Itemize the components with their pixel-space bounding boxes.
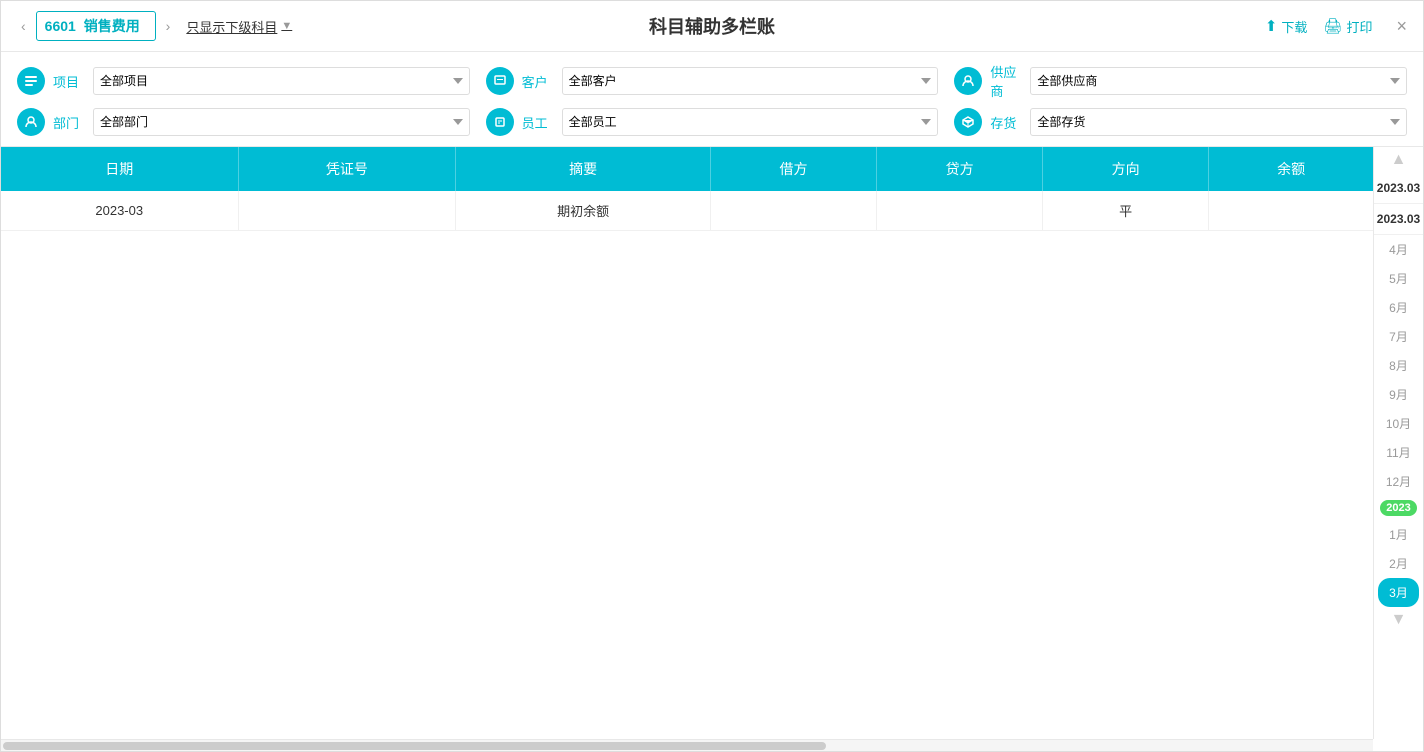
employee-label: 员工	[522, 113, 554, 132]
table-row: 2023-03 期初余额 平	[1, 191, 1373, 231]
filter-supplier: 供应商 全部供应商	[954, 62, 1407, 100]
inventory-select[interactable]: 全部存货	[1030, 108, 1407, 136]
cell-date: 2023-03	[1, 191, 238, 231]
scrollbar-thumb	[3, 742, 826, 750]
customer-label: 客户	[522, 72, 554, 91]
nav-next-button[interactable]: ›	[162, 16, 175, 36]
header-actions: ⬆ 下载 🖨 打印 ×	[1265, 16, 1407, 37]
show-sub-label: 只显示下级科目	[186, 17, 277, 36]
employee-icon	[486, 108, 514, 136]
horizontal-scrollbar[interactable]	[1, 739, 1373, 751]
col-debit: 借方	[710, 147, 876, 191]
timeline-item-2[interactable]: 2月	[1374, 549, 1423, 578]
timeline-item-10[interactable]: 10月	[1374, 409, 1423, 438]
cell-summary: 期初余额	[456, 191, 711, 231]
print-button[interactable]: 🖨 打印	[1323, 16, 1372, 37]
filter-project: 项目 全部项目	[17, 62, 470, 100]
cell-voucher	[238, 191, 456, 231]
supplier-icon	[954, 67, 982, 95]
project-label: 项目	[53, 72, 85, 91]
download-button[interactable]: ⬆ 下载	[1265, 16, 1308, 37]
content-area: 日期 凭证号 摘要 借方 贷方 方向 余额 2023-03 期初余额	[1, 147, 1423, 739]
show-sub-filter[interactable]: 只显示下级科目 ▼	[186, 17, 292, 36]
col-balance: 余额	[1209, 147, 1373, 191]
inventory-label: 存货	[990, 113, 1022, 132]
filter-department: 部门 全部部门	[17, 108, 470, 136]
project-select[interactable]: 全部项目	[93, 67, 470, 95]
download-icon: ⬆	[1265, 17, 1278, 35]
timeline-item-9[interactable]: 9月	[1374, 380, 1423, 409]
filter-inventory: 存货 全部存货	[954, 108, 1407, 136]
timeline-item-2023-03-second[interactable]: 2023.03	[1374, 204, 1423, 235]
supplier-label: 供应商	[990, 62, 1022, 100]
timeline-item-4[interactable]: 4月	[1374, 235, 1423, 264]
account-label: 6601 销售费用	[36, 11, 156, 41]
timeline-down-button[interactable]: ▼	[1374, 607, 1423, 633]
customer-icon	[486, 67, 514, 95]
timeline-item-2023-03-top[interactable]: 2023.03	[1374, 173, 1423, 204]
cell-credit	[877, 191, 1043, 231]
year-badge-container: 2023	[1380, 496, 1416, 520]
show-sub-arrow-icon: ▼	[281, 20, 292, 32]
department-icon	[17, 108, 45, 136]
supplier-select[interactable]: 全部供应商	[1030, 67, 1407, 95]
print-icon: 🖨	[1323, 17, 1342, 35]
main-container: ‹ 6601 销售费用 › 只显示下级科目 ▼ 科目辅助多栏账 ⬆ 下载 🖨 打…	[0, 0, 1424, 752]
timeline-up-button[interactable]: ▲	[1374, 147, 1423, 173]
filter-customer: 客户 全部客户	[486, 62, 939, 100]
table-header-row: 日期 凭证号 摘要 借方 贷方 方向 余额	[1, 147, 1373, 191]
timeline-item-11[interactable]: 11月	[1374, 438, 1423, 467]
account-name: 销售费用	[84, 18, 140, 34]
timeline-item-3-active[interactable]: 3月	[1378, 578, 1419, 607]
department-select[interactable]: 全部部门	[93, 108, 470, 136]
col-direction: 方向	[1043, 147, 1209, 191]
customer-select[interactable]: 全部客户	[562, 67, 939, 95]
inventory-icon	[954, 108, 982, 136]
cell-balance	[1209, 191, 1373, 231]
col-date: 日期	[1, 147, 238, 191]
cell-debit	[710, 191, 876, 231]
filter-area: 项目 全部项目 客户 全部客户 供应商 全部供应商	[1, 52, 1423, 147]
col-credit: 贷方	[877, 147, 1043, 191]
col-summary: 摘要	[456, 147, 711, 191]
main-table: 日期 凭证号 摘要 借方 贷方 方向 余额 2023-03 期初余额	[1, 147, 1373, 231]
cell-direction: 平	[1043, 191, 1209, 231]
year-badge: 2023	[1380, 500, 1416, 516]
col-voucher: 凭证号	[238, 147, 456, 191]
timeline-item-12[interactable]: 12月	[1374, 467, 1423, 496]
project-icon	[17, 67, 45, 95]
employee-select[interactable]: 全部员工	[562, 108, 939, 136]
close-button[interactable]: ×	[1396, 16, 1407, 37]
timeline-item-5[interactable]: 5月	[1374, 264, 1423, 293]
timeline-item-1[interactable]: 1月	[1374, 520, 1423, 549]
nav-area: ‹ 6601 销售费用 ›	[17, 11, 174, 41]
timeline-panel: ▲ 2023.03 2023.03 4月 5月 6月 7月 8月 9月 10月 …	[1373, 147, 1423, 739]
timeline-item-8[interactable]: 8月	[1374, 351, 1423, 380]
download-label: 下载	[1281, 17, 1307, 36]
timeline-item-6[interactable]: 6月	[1374, 293, 1423, 322]
filter-employee: 员工 全部员工	[486, 108, 939, 136]
department-label: 部门	[53, 113, 85, 132]
page-title: 科目辅助多栏账	[649, 13, 775, 39]
nav-prev-button[interactable]: ‹	[17, 16, 30, 36]
table-wrapper: 日期 凭证号 摘要 借方 贷方 方向 余额 2023-03 期初余额	[1, 147, 1373, 739]
header: ‹ 6601 销售费用 › 只显示下级科目 ▼ 科目辅助多栏账 ⬆ 下载 🖨 打…	[1, 1, 1423, 52]
timeline-item-7[interactable]: 7月	[1374, 322, 1423, 351]
print-label: 打印	[1346, 17, 1372, 36]
account-code: 6601	[45, 18, 76, 34]
